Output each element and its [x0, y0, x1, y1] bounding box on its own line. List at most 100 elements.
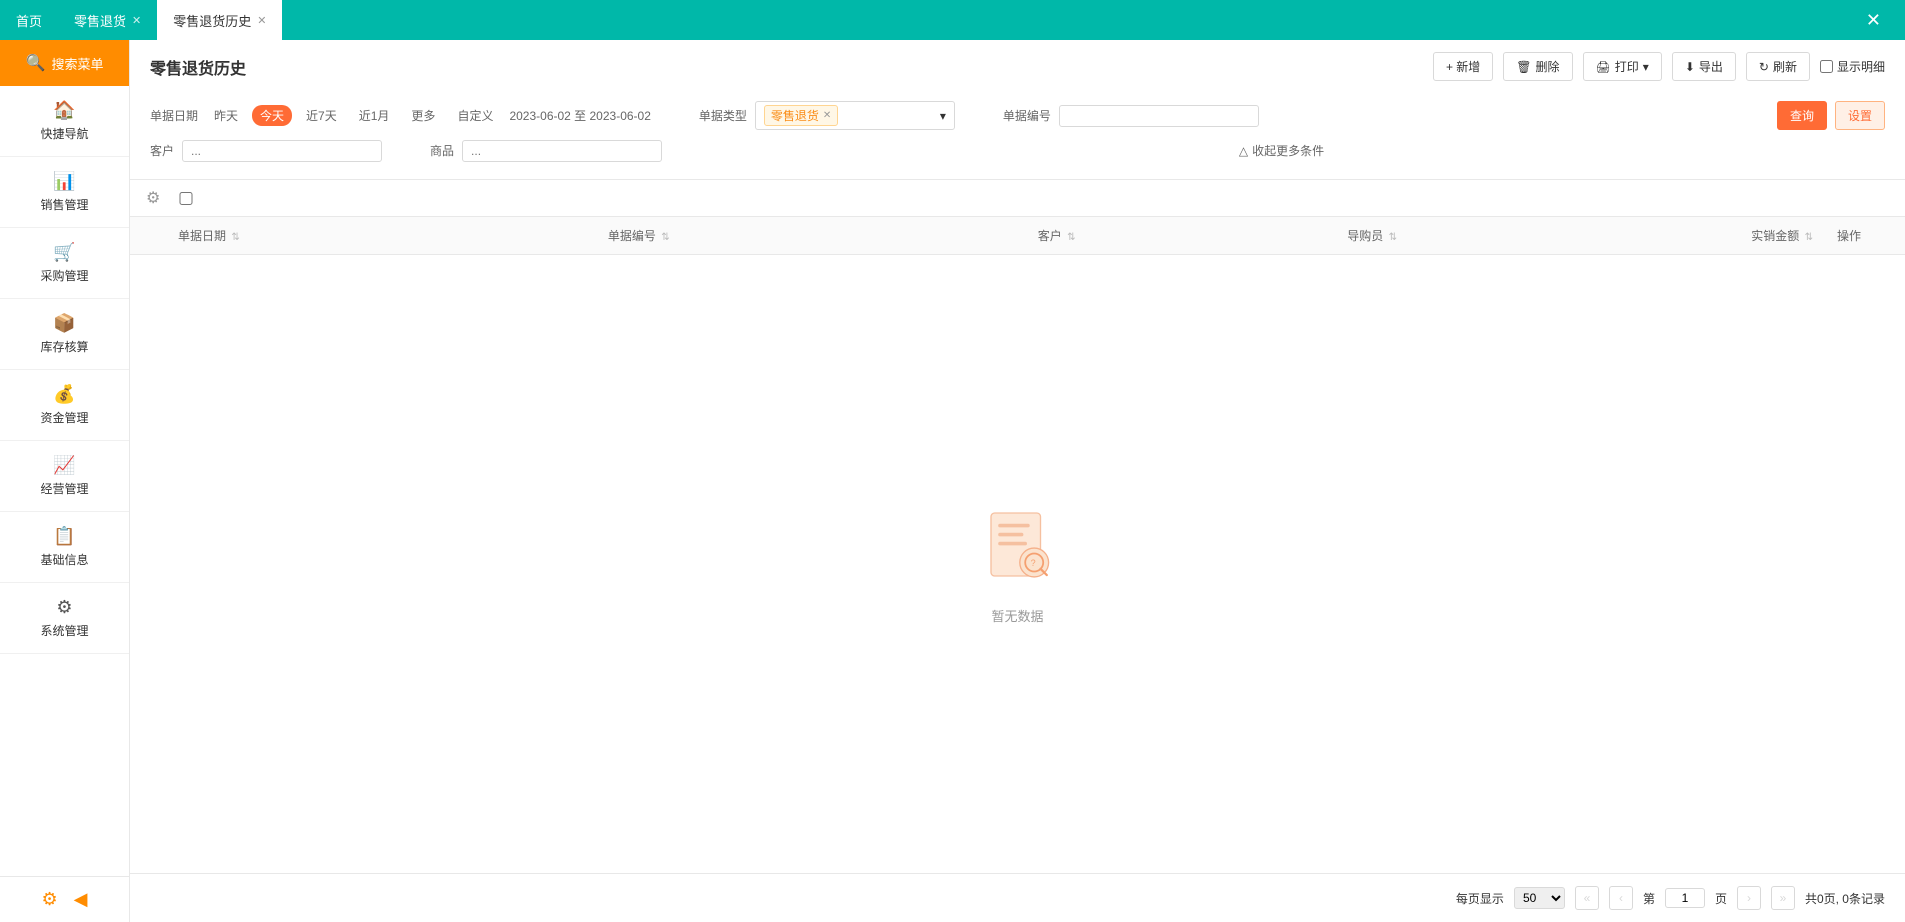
purchase-icon: 🛒: [53, 242, 75, 263]
collapse-sidebar-icon[interactable]: ◀: [74, 889, 88, 910]
search-icon: 🔍: [26, 53, 46, 73]
settings-bottom-icon[interactable]: ⚙: [42, 889, 58, 910]
select-all-checkbox[interactable]: [168, 192, 204, 205]
empty-icon: ?: [973, 504, 1063, 594]
filter-row-2: 客户 商品 △ 收起更多条件: [150, 138, 1885, 163]
setting-button[interactable]: 设置: [1835, 101, 1885, 130]
sidebar-item-quicknav-label: 快捷导航: [40, 125, 88, 142]
collapse-up-icon: △: [1239, 144, 1248, 158]
voucher-type-filter-item: 单据类型 零售退货 ✕ ▾: [699, 101, 955, 130]
filter-area: 单据日期 昨天 今天 近7天 近1月 更多 自定义 2023-06-02 至 2…: [150, 93, 1885, 179]
empty-state: ? 暂无数据: [130, 255, 1905, 873]
prev-page-button[interactable]: ‹: [1609, 886, 1633, 910]
date-btn-7days[interactable]: 近7天: [298, 105, 345, 126]
export-button[interactable]: ⬇ 导出: [1672, 52, 1736, 81]
delete-button[interactable]: 🗑 删除: [1503, 52, 1572, 81]
print-button[interactable]: 🖨 打印 ▾: [1583, 52, 1662, 81]
refresh-icon: ↻: [1759, 60, 1769, 74]
voucher-type-tag-value: 零售退货 ✕: [764, 105, 838, 126]
last-page-button[interactable]: »: [1771, 886, 1795, 910]
th-customer-sort-icon: ⇅: [1067, 232, 1075, 243]
page-number-input[interactable]: [1665, 888, 1705, 908]
th-guide[interactable]: 导购员 ⇅: [1335, 217, 1705, 255]
first-page-button[interactable]: «: [1575, 886, 1599, 910]
th-customer[interactable]: 客户 ⇅: [1026, 217, 1336, 255]
date-btn-custom[interactable]: 自定义: [449, 105, 501, 126]
content-area: 零售退货历史 + 新增 🗑 删除 🖨 打印 ▾ ⬇ 导出: [130, 40, 1905, 922]
next-page-button[interactable]: ›: [1737, 886, 1761, 910]
top-bar-right: ✕: [1858, 10, 1905, 31]
page-header: 零售退货历史 + 新增 🗑 删除 🖨 打印 ▾ ⬇ 导出: [130, 40, 1905, 180]
th-voucher-no-label: 单据编号: [608, 229, 656, 243]
voucher-type-tag-remove[interactable]: ✕: [823, 110, 831, 121]
home-icon: 🏠: [53, 100, 75, 121]
sidebar-item-system[interactable]: ⚙ 系统管理: [0, 583, 129, 654]
th-date[interactable]: 单据日期 ⇅: [166, 217, 596, 255]
tab-retail-return-history-label: 零售退货历史: [173, 11, 251, 30]
customer-filter-item: 客户: [150, 140, 382, 162]
toolbar: + 新增 🗑 删除 🖨 打印 ▾ ⬇ 导出 ↻: [1433, 52, 1885, 81]
goods-filter-item: 商品: [430, 140, 662, 162]
sidebar-search[interactable]: 🔍 搜索菜单: [0, 40, 129, 86]
tab-retail-return-close[interactable]: ✕: [132, 14, 141, 27]
action-buttons: 查询 设置: [1777, 101, 1885, 130]
system-icon: ⚙: [56, 597, 72, 618]
tab-retail-return-history[interactable]: 零售退货历史 ✕: [157, 0, 282, 40]
sidebar-item-basic-info[interactable]: 📋 基础信息: [0, 512, 129, 583]
tab-retail-return-history-close[interactable]: ✕: [257, 14, 266, 27]
window-close-button[interactable]: ✕: [1858, 10, 1889, 31]
total-info: 共0页, 0条记录: [1805, 890, 1885, 907]
table-settings-icon[interactable]: ⚙: [146, 188, 160, 208]
main-layout: 🔍 搜索菜单 🏠 快捷导航 📊 销售管理 🛒 采购管理 📦 库存核算 💰 资金管…: [0, 40, 1905, 922]
sidebar-item-basic-info-label: 基础信息: [40, 551, 88, 568]
th-date-sort-icon: ⇅: [231, 232, 239, 243]
th-voucher-no[interactable]: 单据编号 ⇅: [596, 217, 1026, 255]
table-header-row: 单据日期 ⇅ 单据编号 ⇅ 客户 ⇅ 导购员 ⇅: [130, 217, 1905, 255]
collapse-label: 收起更多条件: [1252, 142, 1324, 159]
page-title: 零售退货历史: [150, 55, 246, 79]
collapse-button[interactable]: △ 收起更多条件: [1227, 138, 1336, 163]
sidebar-item-quicknav[interactable]: 🏠 快捷导航: [0, 86, 129, 157]
print-label: 打印: [1615, 58, 1639, 75]
table-toolbar: ⚙: [130, 180, 1905, 217]
goods-filter-label: 商品: [430, 142, 454, 159]
page-title-bar: 零售退货历史 + 新增 🗑 删除 🖨 打印 ▾ ⬇ 导出: [150, 52, 1885, 81]
sidebar-item-inventory-label: 库存核算: [40, 338, 88, 355]
sidebar-search-label: 搜索菜单: [51, 54, 103, 73]
voucher-type-select[interactable]: 零售退货 ✕ ▾: [755, 101, 955, 130]
page-size-label: 每页显示: [1456, 890, 1504, 907]
voucher-type-dropdown-icon: ▾: [940, 109, 946, 123]
sidebar-item-inventory[interactable]: 📦 库存核算: [0, 299, 129, 370]
sidebar-item-finance[interactable]: 💰 资金管理: [0, 370, 129, 441]
show-detail-toggle[interactable]: 显示明细: [1820, 58, 1885, 75]
sidebar-item-purchase[interactable]: 🛒 采购管理: [0, 228, 129, 299]
new-button[interactable]: + 新增: [1433, 52, 1493, 81]
date-filter-buttons: 昨天 今天 近7天 近1月 更多 自定义: [206, 105, 501, 126]
voucher-no-input[interactable]: [1059, 105, 1259, 127]
show-detail-checkbox[interactable]: [1820, 60, 1833, 73]
date-btn-more[interactable]: 更多: [403, 105, 443, 126]
date-btn-today[interactable]: 今天: [252, 105, 292, 126]
page-size-select[interactable]: 10 20 50 100: [1514, 887, 1565, 909]
refresh-label: 刷新: [1773, 58, 1797, 75]
date-range-display: 2023-06-02 至 2023-06-02: [509, 107, 650, 124]
th-guide-label: 导购员: [1347, 229, 1383, 243]
refresh-button[interactable]: ↻ 刷新: [1746, 52, 1810, 81]
date-btn-1month[interactable]: 近1月: [351, 105, 398, 126]
customer-input[interactable]: [182, 140, 382, 162]
sidebar-item-sales[interactable]: 📊 销售管理: [0, 157, 129, 228]
query-button[interactable]: 查询: [1777, 101, 1827, 130]
page-prefix: 第: [1643, 890, 1655, 907]
tab-list: 首页 零售退货 ✕ 零售退货历史 ✕: [0, 0, 1858, 40]
tab-home[interactable]: 首页: [0, 0, 58, 40]
print-icon: 🖨: [1596, 60, 1611, 74]
sidebar-item-operations[interactable]: 📈 经营管理: [0, 441, 129, 512]
voucher-no-label: 单据编号: [1003, 107, 1051, 124]
data-table: 单据日期 ⇅ 单据编号 ⇅ 客户 ⇅ 导购员 ⇅: [130, 217, 1905, 255]
th-amount[interactable]: 实销金额 ⇅: [1705, 217, 1825, 255]
finance-icon: 💰: [53, 384, 75, 405]
tab-retail-return[interactable]: 零售退货 ✕: [58, 0, 157, 40]
sidebar: 🔍 搜索菜单 🏠 快捷导航 📊 销售管理 🛒 采购管理 📦 库存核算 💰 资金管…: [0, 40, 130, 922]
goods-input[interactable]: [462, 140, 662, 162]
date-btn-yesterday[interactable]: 昨天: [206, 105, 246, 126]
